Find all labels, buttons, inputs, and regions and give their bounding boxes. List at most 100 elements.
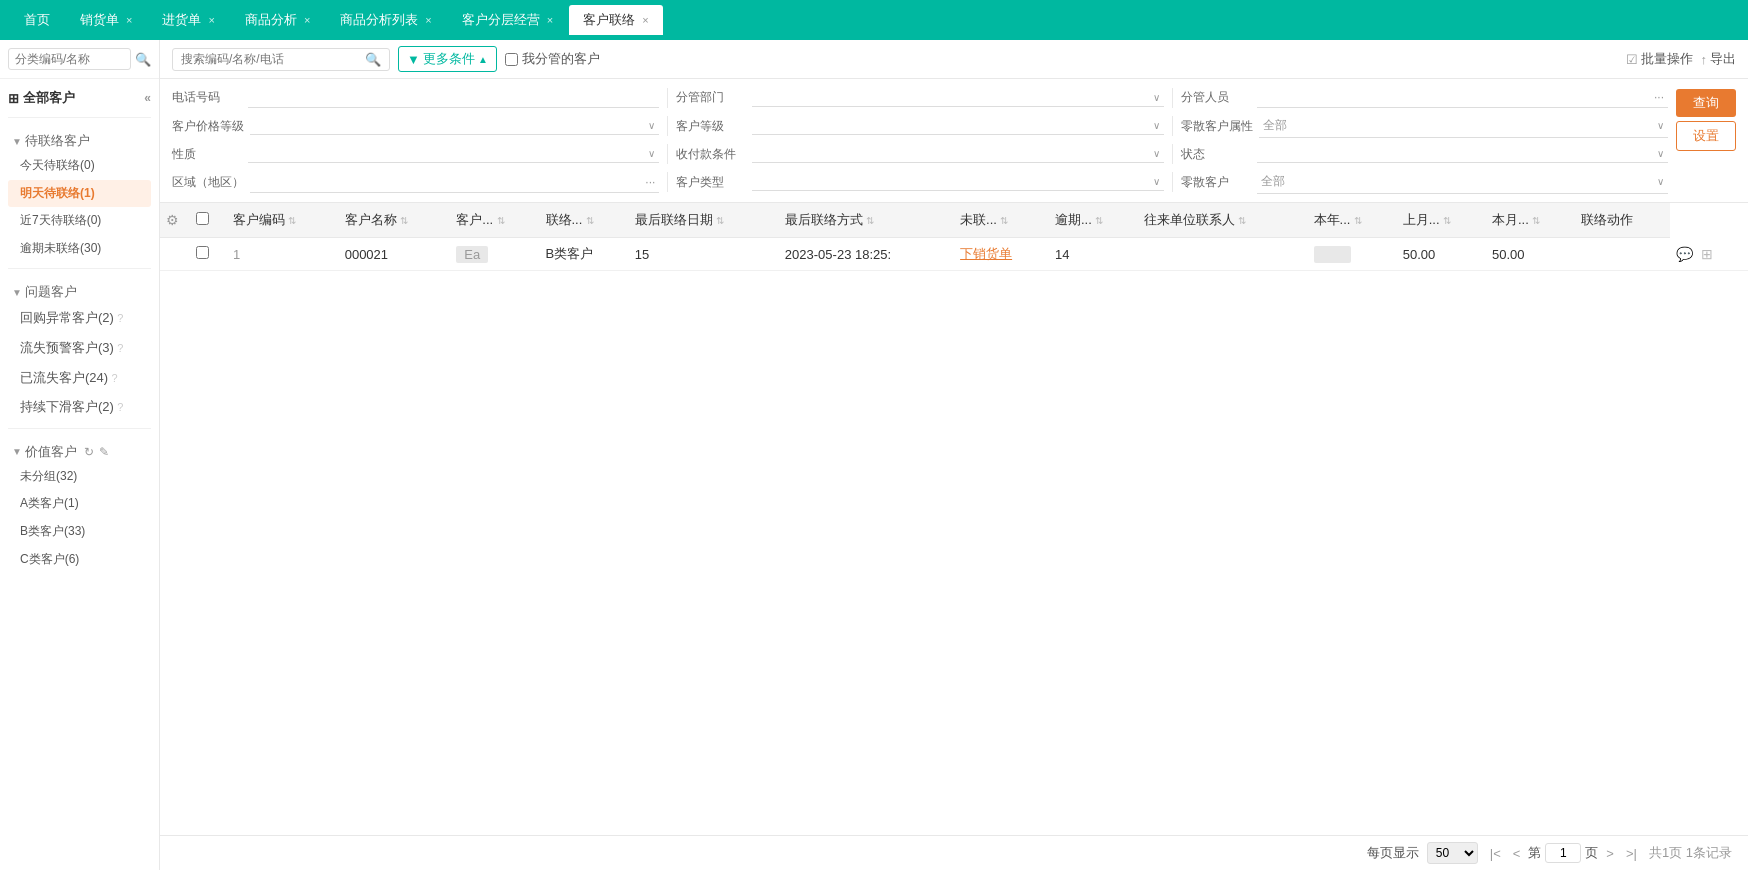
filter-customer-level-select[interactable]: ∨ (752, 117, 1163, 135)
th-code[interactable]: 客户编码 ⇅ (227, 203, 339, 238)
nav-item-sales[interactable]: 销货单× (66, 5, 146, 35)
sort-icon-last-month[interactable]: ⇅ (1443, 215, 1451, 226)
my-customers-checkbox[interactable] (505, 53, 518, 66)
filter-region-ellipsis[interactable]: ··· (645, 175, 655, 189)
sidebar-item-today-contact[interactable]: 今天待联络(0) (8, 152, 151, 180)
th-type[interactable]: 客户... ⇅ (450, 203, 539, 238)
sidebar-item-b-customers[interactable]: B类客户(33) (8, 518, 151, 546)
nav-home[interactable]: 首页 (10, 5, 64, 35)
sidebar-item-a-customers[interactable]: A类客户(1) (8, 490, 151, 518)
sort-icon-name[interactable]: ⇅ (400, 215, 408, 226)
filter-dept-select[interactable]: ∨ (752, 89, 1163, 107)
last-page-button[interactable]: >| (1622, 844, 1641, 863)
set-button[interactable]: 设置 (1676, 121, 1736, 151)
per-page-select[interactable]: 50 100 200 (1427, 842, 1478, 864)
th-last-method[interactable]: 最后联络方式 ⇅ (779, 203, 954, 238)
filter-scatter-customer-select[interactable]: 全部 ∨ (1257, 170, 1668, 194)
nav-item-customer-contact[interactable]: 客户联络× (569, 5, 662, 35)
sort-icon-code[interactable]: ⇅ (288, 215, 296, 226)
th-last-date[interactable]: 最后联络日期 ⇅ (629, 203, 779, 238)
sidebar-search-input[interactable] (8, 48, 131, 70)
sidebar-all-customers[interactable]: ⊞ 全部客户 « (8, 85, 151, 111)
nav-close-customer-tier[interactable]: × (547, 14, 553, 26)
filter-divider-v-4 (1172, 116, 1173, 136)
prev-page-button[interactable]: < (1509, 844, 1525, 863)
th-this-year[interactable]: 本年... ⇅ (1308, 203, 1397, 238)
query-button[interactable]: 查询 (1676, 89, 1736, 117)
filter-nature-select[interactable]: ∨ (248, 145, 659, 163)
problem-customers-label[interactable]: ▼ 问题客户 (8, 279, 151, 303)
sort-icon-contact[interactable]: ⇅ (586, 215, 594, 226)
filter-manager-select[interactable]: ··· (1257, 87, 1668, 108)
row-checkbox[interactable] (196, 246, 209, 259)
filter-dept-arrow: ∨ (1153, 92, 1160, 103)
sort-icon-this-year[interactable]: ⇅ (1354, 215, 1362, 226)
sort-icon-contact-person[interactable]: ⇅ (1238, 215, 1246, 226)
sidebar-collapse-icon[interactable]: « (144, 91, 151, 105)
pending-contact-label[interactable]: ▼ 待联络客户 (8, 128, 151, 152)
th-last-month[interactable]: 上月... ⇅ (1397, 203, 1486, 238)
select-all-checkbox[interactable] (196, 212, 209, 225)
sort-icon-overdue[interactable]: ⇅ (1095, 215, 1103, 226)
filter-customer-type-select[interactable]: ∨ (752, 173, 1163, 191)
sidebar-item-ungrouped[interactable]: 未分组(32) (8, 463, 151, 491)
sidebar-item-overdue-contact[interactable]: 逾期未联络(30) (8, 235, 151, 263)
sort-icon-this-month[interactable]: ⇅ (1532, 215, 1540, 226)
sort-icon-last-date[interactable]: ⇅ (716, 215, 724, 226)
filter-manager-ellipsis[interactable]: ··· (1654, 90, 1664, 104)
sidebar-item-declining[interactable]: 持续下滑客户(2) ? (8, 392, 151, 422)
sidebar-item-7days-contact[interactable]: 近7天待联络(0) (8, 207, 151, 235)
page-number-input[interactable] (1545, 843, 1581, 863)
sort-icon-uncontact[interactable]: ⇅ (1000, 215, 1008, 226)
nav-item-product-list[interactable]: 商品分析列表× (326, 5, 445, 35)
filter-divider-v-7 (667, 172, 668, 192)
filter-status-select[interactable]: ∨ (1257, 145, 1668, 163)
refresh-icon[interactable]: ↻ (84, 445, 94, 459)
sidebar-search-icon[interactable]: 🔍 (135, 52, 151, 67)
next-page-button[interactable]: > (1602, 844, 1618, 863)
batch-op-button[interactable]: ☑ 批量操作 (1626, 50, 1693, 68)
nav-close-sales[interactable]: × (126, 14, 132, 26)
th-this-month[interactable]: 本月... ⇅ (1486, 203, 1575, 238)
filter-payment-select[interactable]: ∨ (752, 145, 1163, 163)
my-customers-checkbox-label[interactable]: 我分管的客户 (505, 50, 600, 68)
filter-scatter-attr-select[interactable]: 全部 ∨ (1259, 114, 1668, 138)
action-qr-icon[interactable]: ⊞ (1701, 246, 1713, 262)
settings-icon[interactable]: ⚙ (166, 212, 179, 228)
th-uncontact[interactable]: 未联... ⇅ (954, 203, 1049, 238)
sidebar-item-repurchase-anomaly[interactable]: 回购异常客户(2) ? (8, 303, 151, 333)
nav-close-product-list[interactable]: × (425, 14, 431, 26)
td-overdue (1138, 238, 1307, 271)
nav-close-product-analysis[interactable]: × (304, 14, 310, 26)
sidebar-item-tomorrow-contact[interactable]: 明天待联络(1) (8, 180, 151, 208)
th-contact-person[interactable]: 往来单位联系人 ⇅ (1138, 203, 1307, 238)
filter-phone-input[interactable] (248, 87, 659, 108)
toolbar-search-icon[interactable]: 🔍 (365, 52, 381, 67)
filter-price-level-select[interactable]: ∨ (250, 117, 659, 135)
edit-icon[interactable]: ✎ (99, 445, 109, 459)
nav-item-purchase[interactable]: 进货单× (148, 5, 228, 35)
th-name[interactable]: 客户名称 ⇅ (339, 203, 451, 238)
nav-item-product-analysis[interactable]: 商品分析× (231, 5, 324, 35)
last-method-link[interactable]: 下销货单 (960, 246, 1012, 261)
more-filter-button[interactable]: ▼ 更多条件 ▲ (398, 46, 497, 72)
sort-icon-last-method[interactable]: ⇅ (866, 215, 874, 226)
th-uncontact-label: 未联... (960, 212, 997, 227)
first-page-button[interactable]: |< (1486, 844, 1505, 863)
nav-close-customer-contact[interactable]: × (642, 14, 648, 26)
value-customers-label[interactable]: ▼ 价值客户 ↻ ✎ (8, 439, 151, 463)
sidebar-item-churned[interactable]: 已流失客户(24) ? (8, 363, 151, 393)
action-chat-icon[interactable]: 💬 (1676, 246, 1693, 262)
export-button[interactable]: ↑ 导出 (1701, 50, 1737, 68)
th-overdue[interactable]: 逾期... ⇅ (1049, 203, 1138, 238)
filter-region-select[interactable]: ··· (250, 172, 659, 193)
sidebar-item-c-customers[interactable]: C类客户(6) (8, 546, 151, 574)
nav-item-customer-tier[interactable]: 客户分层经营× (448, 5, 567, 35)
nav-close-purchase[interactable]: × (208, 14, 214, 26)
th-contact[interactable]: 联络... ⇅ (540, 203, 629, 238)
batch-icon: ☑ (1626, 52, 1638, 67)
sort-icon-type[interactable]: ⇅ (497, 215, 505, 226)
search-input[interactable] (181, 52, 361, 66)
question-icon-4: ? (117, 401, 123, 413)
sidebar-item-churn-warning[interactable]: 流失预警客户(3) ? (8, 333, 151, 363)
